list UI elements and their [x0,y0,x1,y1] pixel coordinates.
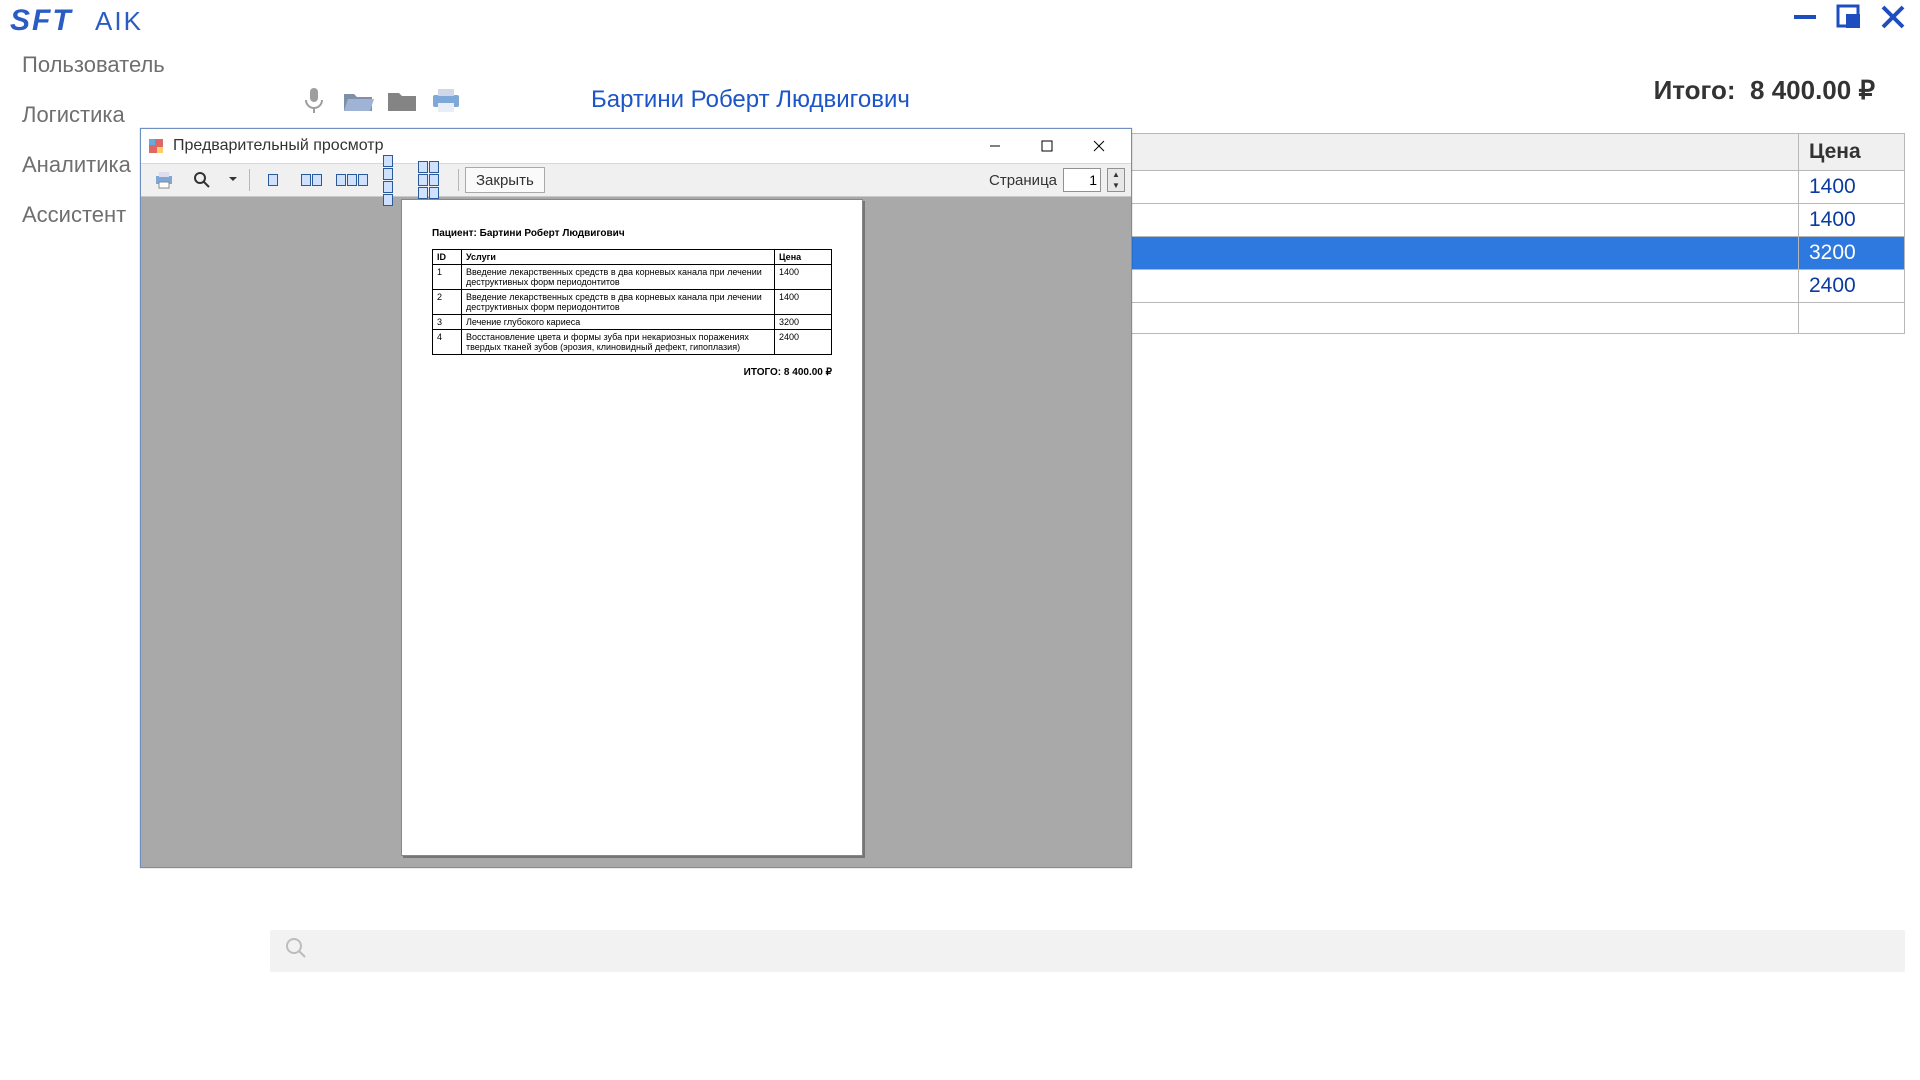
page-number-input[interactable] [1063,168,1101,192]
doc-table: ID Услуги Цена 1Введение лекарственных с… [432,249,832,355]
total-label: Итого: [1654,75,1736,105]
view-6page-icon[interactable] [414,167,452,193]
col-price[interactable]: Цена [1799,134,1905,171]
cell-price: 1400 [1799,171,1905,204]
printer-icon[interactable] [427,83,465,117]
folder-icon[interactable] [383,83,421,117]
dialog-close-button[interactable] [1073,129,1125,163]
dialog-title: Предварительный просмотр [173,137,383,155]
view-2page-icon[interactable] [294,167,328,193]
page-preview: Пациент: Бартини Роберт Людвигович ID Ус… [401,199,863,856]
preview-toolbar: Закрыть Страница ▲▼ [141,164,1131,197]
print-icon[interactable] [147,167,181,193]
nav-user[interactable]: Пользователь [0,40,200,90]
spin-down-icon[interactable]: ▼ [1108,180,1124,191]
dialog-titlebar[interactable]: Предварительный просмотр [141,129,1131,164]
spin-up-icon[interactable]: ▲ [1108,169,1124,180]
svg-text:AIK: AIK [95,6,143,36]
close-preview-button[interactable]: Закрыть [465,167,545,193]
page-spinner[interactable]: ▲▼ [1107,168,1125,192]
doc-row: 3Лечение глубокого кариеса3200 [433,315,832,330]
doc-total: ИТОГО: 8 400.00 ₽ [432,367,832,378]
window-maximize-button[interactable] [1832,0,1866,34]
doc-row: 2Введение лекарственных средств в два ко… [433,290,832,315]
total-amount: Итого: 8 400.00 ₽ [1654,75,1875,106]
doc-row: 1Введение лекарственных средств в два ко… [433,265,832,290]
cell-price: 3200 [1799,237,1905,270]
patient-name: Бартини Роберт Людвигович [591,86,910,114]
print-preview-dialog: Предварительный просмотр Закрыть Страниц… [140,128,1132,868]
doc-col-id: ID [433,250,462,265]
total-value: 8 400.00 ₽ [1750,75,1875,105]
view-3page-icon[interactable] [332,167,372,193]
cell-price: 2400 [1799,270,1905,303]
dialog-icon [147,137,165,155]
view-4page-icon[interactable] [376,167,410,193]
doc-col-service: Услуги [462,250,775,265]
view-1page-icon[interactable] [256,167,290,193]
search-icon [284,936,308,966]
page-label: Страница [989,172,1057,189]
zoom-dropdown-icon[interactable] [223,167,243,193]
doc-col-price: Цена [775,250,832,265]
main-toolbar: Бартини Роберт Людвигович Итого: 8 400.0… [205,75,1905,125]
folder-open-icon[interactable] [339,83,377,117]
app-logo: SFT AIK [10,2,260,44]
zoom-icon[interactable] [185,167,219,193]
dialog-maximize-button[interactable] [1021,129,1073,163]
window-close-button[interactable] [1876,0,1910,34]
window-minimize-button[interactable] [1788,0,1822,34]
svg-text:SFT: SFT [10,4,73,37]
mic-icon[interactable] [295,83,333,117]
search-bar[interactable] [270,930,1905,972]
doc-row: 4Восстановление цвета и формы зуба при н… [433,330,832,355]
dialog-minimize-button[interactable] [969,129,1021,163]
search-input[interactable] [318,939,1891,964]
cell-price: 1400 [1799,204,1905,237]
doc-patient-line: Пациент: Бартини Роберт Людвигович [432,228,832,239]
